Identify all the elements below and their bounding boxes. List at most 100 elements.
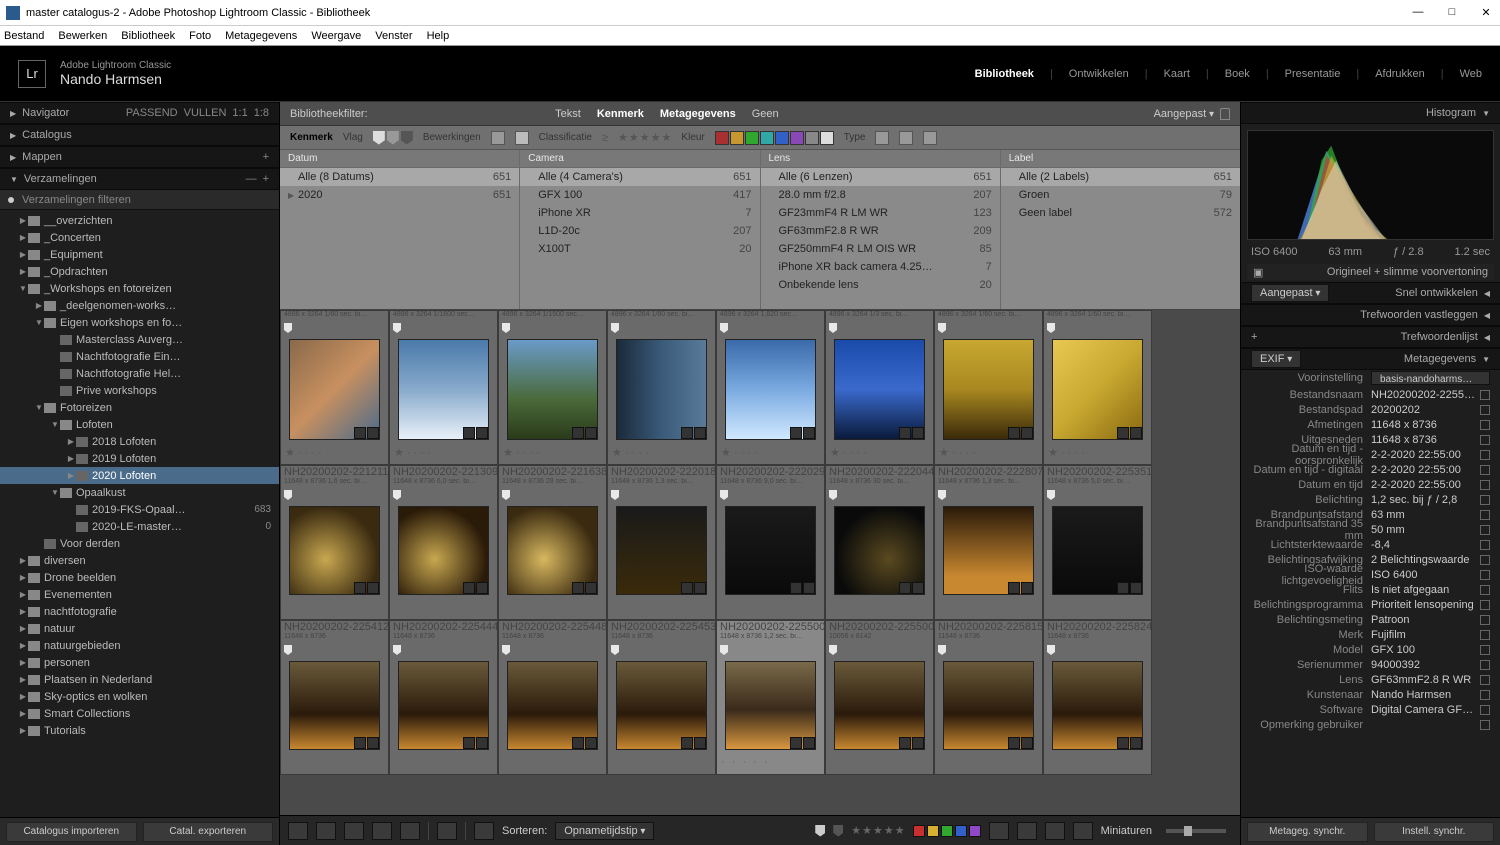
- disclosure-icon[interactable]: ▶: [18, 726, 28, 735]
- loupe-view-icon[interactable]: [316, 822, 336, 840]
- meta-column-header[interactable]: Label: [1001, 150, 1240, 168]
- flag-icon[interactable]: [1047, 645, 1055, 655]
- thumbnail-cell[interactable]: 4896 x 3264 1/60 sec. bi…★ · · · ·: [280, 310, 389, 465]
- thumbnail-image[interactable]: [1052, 661, 1143, 750]
- rating-star[interactable]: ★: [629, 131, 639, 144]
- thumbnail-image[interactable]: [834, 506, 925, 595]
- goto-icon[interactable]: [1480, 390, 1490, 400]
- tree-item[interactable]: ▶2019 Lofoten: [0, 450, 279, 467]
- lock-icon[interactable]: [1220, 108, 1230, 120]
- disclosure-icon[interactable]: ▶: [18, 675, 28, 684]
- tree-item[interactable]: 2020-LE-master…0: [0, 518, 279, 535]
- thumbnail-cell[interactable]: 4896 x 3264 1,620 sec…★ · · · ·: [716, 310, 825, 465]
- flag-pick-icon[interactable]: [373, 131, 385, 145]
- goto-icon[interactable]: [1480, 525, 1490, 535]
- flag-icon[interactable]: [1047, 490, 1055, 500]
- thumbnail-cell[interactable]: 4896 x 3264 1/3 sec. bi…★ · · · ·: [825, 310, 934, 465]
- thumbnail-cell[interactable]: NH20200202-221211.RAF11648 x 8736 1,6 se…: [280, 465, 389, 620]
- thumbnail-image[interactable]: [289, 339, 380, 440]
- thumbnail-cell[interactable]: 4896 x 3264 1/1600 sec…★ · · · ·: [389, 310, 498, 465]
- meta-filter-row[interactable]: Groen79: [1001, 186, 1240, 204]
- tree-item[interactable]: ▶Tutorials: [0, 722, 279, 739]
- thumbnail-image[interactable]: [725, 506, 816, 595]
- flag-icon[interactable]: [938, 645, 946, 655]
- thumbnail-cell[interactable]: 4896 x 3264 1/60 sec. bi…★ · · · ·: [934, 310, 1043, 465]
- tree-item[interactable]: ▶_Equipment: [0, 246, 279, 263]
- meta-column-header[interactable]: Datum: [280, 150, 519, 168]
- quick-develop-header[interactable]: Aangepast ▾ Snel ontwikkelen◀: [1241, 282, 1500, 304]
- color-swatch[interactable]: [820, 131, 834, 145]
- nav-next-icon[interactable]: [1073, 822, 1093, 840]
- flag-icon[interactable]: [393, 490, 401, 500]
- goto-icon[interactable]: [1480, 540, 1490, 550]
- add-folder-icon[interactable]: +: [263, 151, 269, 163]
- grid-view-icon[interactable]: [288, 822, 308, 840]
- thumbnail-image[interactable]: [834, 661, 925, 750]
- meta-filter-row[interactable]: Alle (2 Labels)651: [1001, 168, 1240, 186]
- thumbnail-cell[interactable]: NH20200202-225815.RAF11648 x 8736· · · ·…: [934, 620, 1043, 775]
- rating-star[interactable]: ★: [895, 824, 905, 837]
- disclosure-icon[interactable]: ▶: [18, 658, 28, 667]
- disclosure-icon[interactable]: ▼: [50, 420, 60, 429]
- keyword-list-header[interactable]: +Trefwoordenlijst◀: [1241, 326, 1500, 348]
- tree-item[interactable]: ▶Plaatsen in Nederland: [0, 671, 279, 688]
- menu-weergave[interactable]: Weergave: [311, 30, 361, 42]
- thumbnail-image[interactable]: [943, 339, 1034, 440]
- module-presentatie[interactable]: Presentatie: [1285, 68, 1341, 80]
- disclosure-icon[interactable]: ▶: [18, 573, 28, 582]
- goto-icon[interactable]: [1480, 585, 1490, 595]
- disclosure-icon[interactable]: ▼: [50, 488, 60, 497]
- keywording-header[interactable]: Trefwoorden vastleggen◀: [1241, 304, 1500, 326]
- color-swatch[interactable]: [790, 131, 804, 145]
- tree-item[interactable]: ▶2020 Lofoten: [0, 467, 279, 484]
- meta-filter-row[interactable]: 28.0 mm f/2.8207: [761, 186, 1000, 204]
- goto-icon[interactable]: [1480, 690, 1490, 700]
- goto-icon[interactable]: [1480, 405, 1490, 415]
- disclosure-icon[interactable]: ▶: [18, 556, 28, 565]
- meta-filter-row[interactable]: Geen label572: [1001, 204, 1240, 222]
- flag-icon[interactable]: [829, 323, 837, 333]
- folders-header[interactable]: ▶ Mappen +: [0, 146, 279, 168]
- goto-icon[interactable]: [1480, 495, 1490, 505]
- flag-icon[interactable]: [938, 490, 946, 500]
- painter-icon[interactable]: [437, 822, 457, 840]
- thumbnail-cell[interactable]: NH20200202-225412.RAF11648 x 8736· · · ·…: [280, 620, 389, 775]
- thumbnail-image[interactable]: [616, 661, 707, 750]
- disclosure-icon[interactable]: ▶: [18, 267, 28, 276]
- tree-item[interactable]: ▶Evenementen: [0, 586, 279, 603]
- flag-icon[interactable]: [502, 323, 510, 333]
- sync-metadata-button[interactable]: Metageg. synchr.: [1247, 822, 1368, 842]
- collections-header[interactable]: ▼ Verzamelingen —+: [0, 168, 279, 190]
- tree-item[interactable]: Nachtfotografie Ein…: [0, 348, 279, 365]
- meta-filter-row[interactable]: Alle (4 Camera's)651: [520, 168, 759, 186]
- meta-filter-row[interactable]: GF23mmF4 R LM WR123: [761, 204, 1000, 222]
- filter-tab-geen[interactable]: Geen: [752, 108, 779, 120]
- tree-item[interactable]: Masterclass Auverg…: [0, 331, 279, 348]
- metadata-header[interactable]: EXIF ▾ Metagegevens▼: [1241, 348, 1500, 370]
- thumbnail-image[interactable]: [943, 661, 1034, 750]
- disclosure-icon[interactable]: ▼: [34, 318, 44, 327]
- filter-preset[interactable]: Aangepast ▾: [1154, 108, 1214, 120]
- tree-item[interactable]: ▼Fotoreizen: [0, 399, 279, 416]
- meta-filter-row[interactable]: GF250mmF4 R LM OIS WR85: [761, 240, 1000, 258]
- flag-icon[interactable]: [815, 825, 825, 837]
- flag-icon[interactable]: [611, 490, 619, 500]
- disclosure-icon[interactable]: ▶: [66, 454, 76, 463]
- color-swatch[interactable]: [969, 825, 981, 837]
- navigator-header[interactable]: ▶ Navigator PASSENDVULLEN1:11:8: [0, 102, 279, 124]
- tree-item[interactable]: 2019-FKS-Opaal…683: [0, 501, 279, 518]
- export-catalog-button[interactable]: Catal. exporteren: [143, 822, 274, 842]
- sync-settings-button[interactable]: Instell. synchr.: [1374, 822, 1495, 842]
- goto-icon[interactable]: [1480, 705, 1490, 715]
- people-view-icon[interactable]: [400, 822, 420, 840]
- menu-venster[interactable]: Venster: [375, 30, 412, 42]
- meta-filter-row[interactable]: iPhone XR7: [520, 204, 759, 222]
- thumbnail-cell[interactable]: NH20200202-222044.RAF11648 x 8736 30 sec…: [825, 465, 934, 620]
- meta-filter-row[interactable]: Onbekende lens20: [761, 276, 1000, 294]
- tree-item[interactable]: ▶Drone beelden: [0, 569, 279, 586]
- tree-item[interactable]: ▼_Workshops en fotoreizen: [0, 280, 279, 297]
- flag-unflagged-icon[interactable]: [387, 131, 399, 145]
- goto-icon[interactable]: [1480, 480, 1490, 490]
- flag-icon[interactable]: [938, 323, 946, 333]
- thumbnail-cell[interactable]: NH20200202-222807.RAF11648 x 8736 1,3 se…: [934, 465, 1043, 620]
